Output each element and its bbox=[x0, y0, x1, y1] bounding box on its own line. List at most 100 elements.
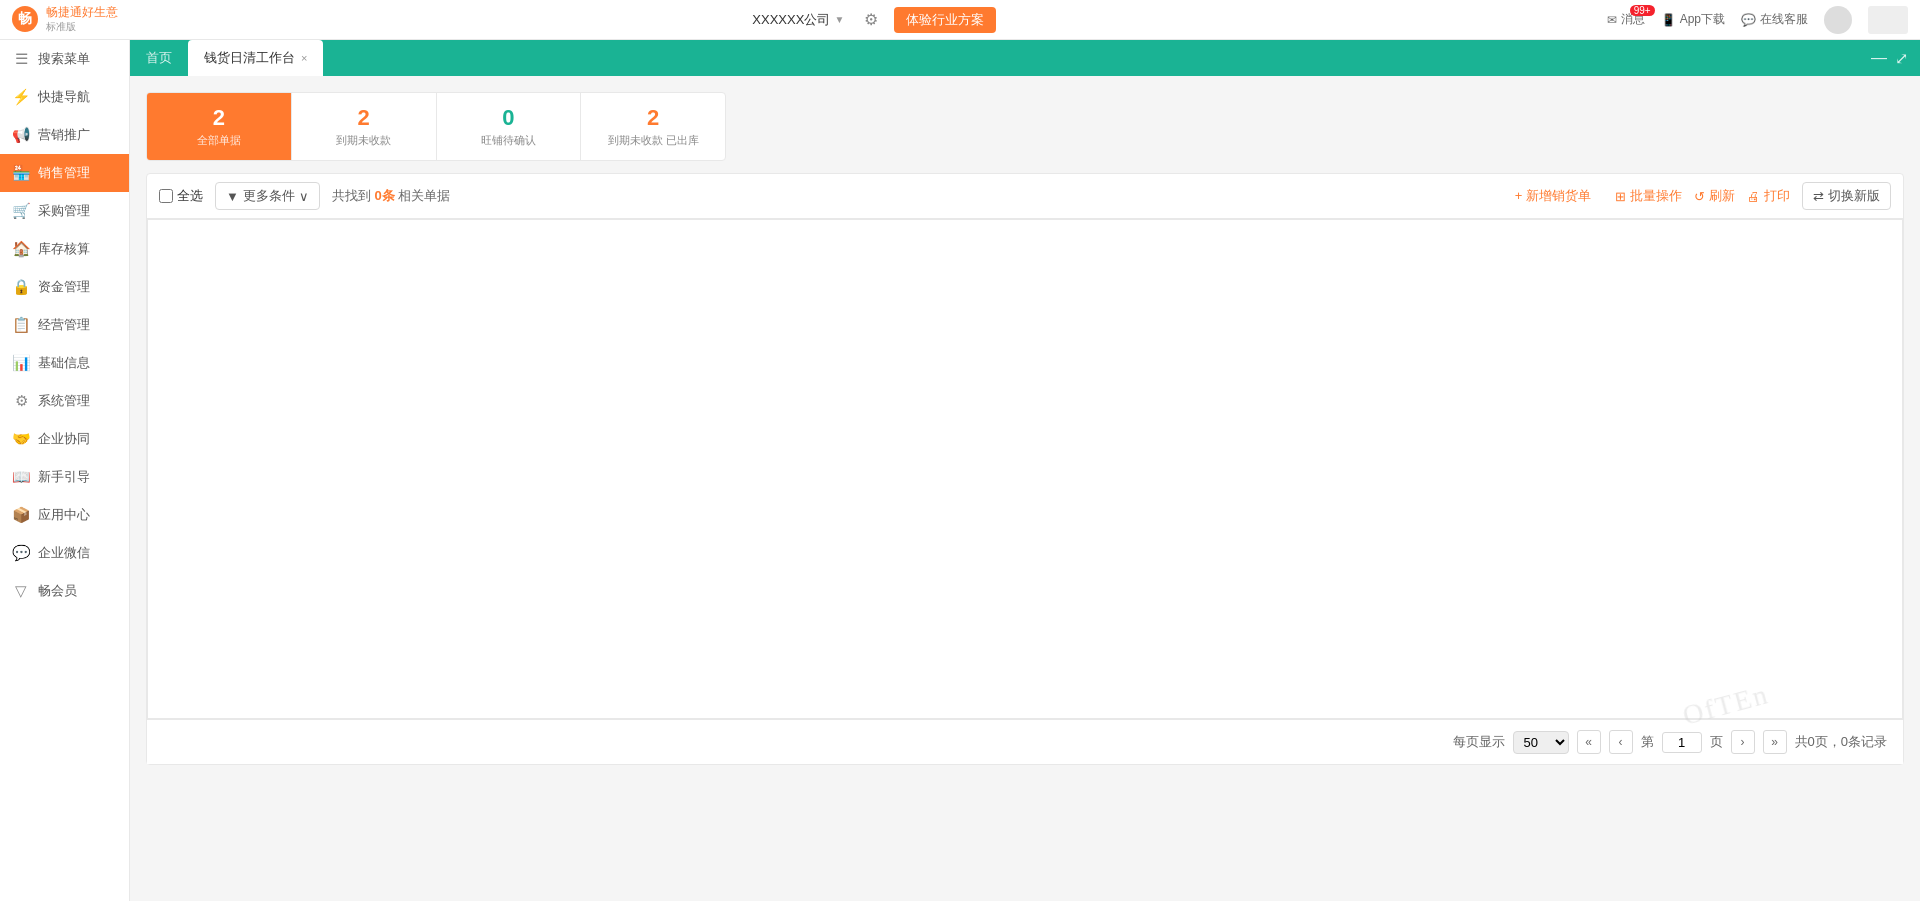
stat-overdue[interactable]: 2 到期未收款 bbox=[292, 93, 437, 160]
sidebar-item-cooperation[interactable]: 🤝 企业协同 bbox=[0, 420, 129, 458]
trial-button[interactable]: 体验行业方案 bbox=[894, 7, 996, 33]
online-service-btn[interactable]: 💬 在线客服 bbox=[1741, 11, 1808, 28]
basic-info-icon: 📊 bbox=[12, 354, 30, 372]
sidebar: ☰ 搜索菜单 ⚡ 快捷导航 📢 营销推广 🏪 销售管理 🛒 采购管理 🏠 库存核… bbox=[0, 40, 130, 901]
select-all-label: 全选 bbox=[177, 187, 203, 205]
switch-icon: ⇄ bbox=[1813, 189, 1824, 204]
sidebar-item-quick-nav[interactable]: ⚡ 快捷导航 bbox=[0, 78, 129, 116]
user-name-area[interactable] bbox=[1868, 6, 1908, 34]
stat-overdue-number: 2 bbox=[308, 105, 420, 131]
sidebar-item-search-menu[interactable]: ☰ 搜索菜单 bbox=[0, 40, 129, 78]
sidebar-label-member: 畅会员 bbox=[38, 582, 77, 600]
page-input[interactable] bbox=[1662, 732, 1702, 753]
filter-arrow: ∨ bbox=[299, 189, 309, 204]
sidebar-item-basic-info[interactable]: 📊 基础信息 bbox=[0, 344, 129, 382]
sidebar-item-operations[interactable]: 📋 经营管理 bbox=[0, 306, 129, 344]
settings-icon[interactable]: ⚙ bbox=[864, 10, 878, 29]
sidebar-item-app-center[interactable]: 📦 应用中心 bbox=[0, 496, 129, 534]
sidebar-label-operations: 经营管理 bbox=[38, 316, 90, 334]
nav-tabs: 首页 钱货日清工作台 × — ⤢ bbox=[130, 40, 1920, 76]
tab-close-icon[interactable]: × bbox=[301, 52, 307, 64]
refresh-button[interactable]: ↺ 刷新 bbox=[1694, 187, 1735, 205]
sidebar-item-weixin[interactable]: 💬 企业微信 bbox=[0, 534, 129, 572]
sidebar-item-sales[interactable]: 🏪 销售管理 bbox=[0, 154, 129, 192]
sidebar-item-system[interactable]: ⚙ 系统管理 bbox=[0, 382, 129, 420]
print-button[interactable]: 🖨 打印 bbox=[1747, 187, 1790, 205]
stat-shipped-label: 到期未收款 已出库 bbox=[597, 133, 709, 148]
marketing-icon: 📢 bbox=[12, 126, 30, 144]
print-icon: 🖨 bbox=[1747, 189, 1760, 204]
sidebar-item-finance[interactable]: 🔒 资金管理 bbox=[0, 268, 129, 306]
stat-pending-label: 旺铺待确认 bbox=[453, 133, 565, 148]
logo-sub: 标准版 bbox=[46, 20, 118, 34]
sidebar-item-member[interactable]: ▽ 畅会员 bbox=[0, 572, 129, 610]
stats-row: 2 全部单据 2 到期未收款 0 旺铺待确认 2 到期未收款 已出库 bbox=[146, 92, 726, 161]
stat-all[interactable]: 2 全部单据 bbox=[147, 93, 292, 160]
tab-minimize-icon[interactable]: — bbox=[1871, 49, 1887, 67]
page-next-btn[interactable]: › bbox=[1731, 730, 1755, 754]
sidebar-label-guide: 新手引导 bbox=[38, 468, 90, 486]
sidebar-label-finance: 资金管理 bbox=[38, 278, 90, 296]
stat-all-label: 全部单据 bbox=[163, 133, 275, 148]
stat-pending[interactable]: 0 旺铺待确认 bbox=[437, 93, 582, 160]
tab-controls: — ⤢ bbox=[1871, 49, 1920, 68]
cooperation-icon: 🤝 bbox=[12, 430, 30, 448]
refresh-label: 刷新 bbox=[1709, 187, 1735, 205]
page-prev-btn[interactable]: ‹ bbox=[1609, 730, 1633, 754]
app-center-icon: 📦 bbox=[12, 506, 30, 524]
total-label: 共0页，0条记录 bbox=[1795, 733, 1887, 751]
company-selector[interactable]: XXXXXX公司 ▼ bbox=[752, 11, 844, 29]
logo-text: 畅捷通好生意 bbox=[46, 5, 118, 19]
operations-icon: 📋 bbox=[12, 316, 30, 334]
per-page-select[interactable]: 50 100 200 bbox=[1513, 731, 1569, 754]
batch-label: 批量操作 bbox=[1630, 187, 1682, 205]
sidebar-item-guide[interactable]: 📖 新手引导 bbox=[0, 458, 129, 496]
filter-button[interactable]: ▼ 更多条件 ∨ bbox=[215, 182, 320, 210]
sidebar-label-inventory: 库存核算 bbox=[38, 240, 90, 258]
sidebar-label-weixin: 企业微信 bbox=[38, 544, 90, 562]
tab-maximize-icon[interactable]: ⤢ bbox=[1895, 49, 1908, 68]
sidebar-label-app-center: 应用中心 bbox=[38, 506, 90, 524]
stat-pending-number: 0 bbox=[453, 105, 565, 131]
switch-label: 切换新版 bbox=[1828, 187, 1880, 205]
batch-ops-button[interactable]: ⊞ 批量操作 bbox=[1615, 187, 1682, 205]
select-all-checkbox[interactable] bbox=[159, 189, 173, 203]
sidebar-item-inventory[interactable]: 🏠 库存核算 bbox=[0, 230, 129, 268]
quick-nav-icon: ⚡ bbox=[12, 88, 30, 106]
filter-label: 更多条件 bbox=[243, 187, 295, 205]
tab-workbench[interactable]: 钱货日清工作台 × bbox=[188, 40, 323, 76]
batch-icon: ⊞ bbox=[1615, 189, 1626, 204]
refresh-icon: ↺ bbox=[1694, 189, 1705, 204]
new-order-button[interactable]: + 新增销货单 bbox=[1503, 182, 1603, 210]
sidebar-item-purchase[interactable]: 🛒 采购管理 bbox=[0, 192, 129, 230]
company-dropdown-arrow: ▼ bbox=[834, 14, 844, 25]
sidebar-item-marketing[interactable]: 📢 营销推广 bbox=[0, 116, 129, 154]
app-download-btn[interactable]: 📱 App下载 bbox=[1661, 11, 1725, 28]
purchase-icon: 🛒 bbox=[12, 202, 30, 220]
sidebar-label-search-menu: 搜索菜单 bbox=[38, 50, 90, 68]
print-label: 打印 bbox=[1764, 187, 1790, 205]
switch-version-button[interactable]: ⇄ 切换新版 bbox=[1802, 182, 1891, 210]
stat-overdue-label: 到期未收款 bbox=[308, 133, 420, 148]
online-service-label: 在线客服 bbox=[1760, 11, 1808, 28]
sidebar-label-purchase: 采购管理 bbox=[38, 202, 90, 220]
top-header: 畅 畅捷通好生意 标准版 XXXXXX公司 ▼ ⚙ 体验行业方案 ✉ 消息 99… bbox=[0, 0, 1920, 40]
stat-shipped[interactable]: 2 到期未收款 已出库 bbox=[581, 93, 725, 160]
company-name: XXXXXX公司 bbox=[752, 11, 830, 29]
pagination-bar: 每页显示 50 100 200 « ‹ 第 页 › » 共0页，0条记录 bbox=[147, 719, 1903, 764]
tab-home[interactable]: 首页 bbox=[130, 40, 188, 76]
page-last-btn[interactable]: » bbox=[1763, 730, 1787, 754]
messages-badge: 99+ bbox=[1630, 5, 1655, 16]
sales-icon: 🏪 bbox=[12, 164, 30, 182]
stat-shipped-number: 2 bbox=[597, 105, 709, 131]
page-first-btn[interactable]: « bbox=[1577, 730, 1601, 754]
sidebar-label-marketing: 营销推广 bbox=[38, 126, 90, 144]
inventory-icon: 🏠 bbox=[12, 240, 30, 258]
page-label: 第 bbox=[1641, 733, 1654, 751]
page-suffix: 页 bbox=[1710, 733, 1723, 751]
sidebar-label-cooperation: 企业协同 bbox=[38, 430, 90, 448]
avatar[interactable] bbox=[1824, 6, 1852, 34]
download-icon: 📱 bbox=[1661, 13, 1676, 27]
guide-icon: 📖 bbox=[12, 468, 30, 486]
messages-btn[interactable]: ✉ 消息 99+ bbox=[1607, 11, 1645, 28]
